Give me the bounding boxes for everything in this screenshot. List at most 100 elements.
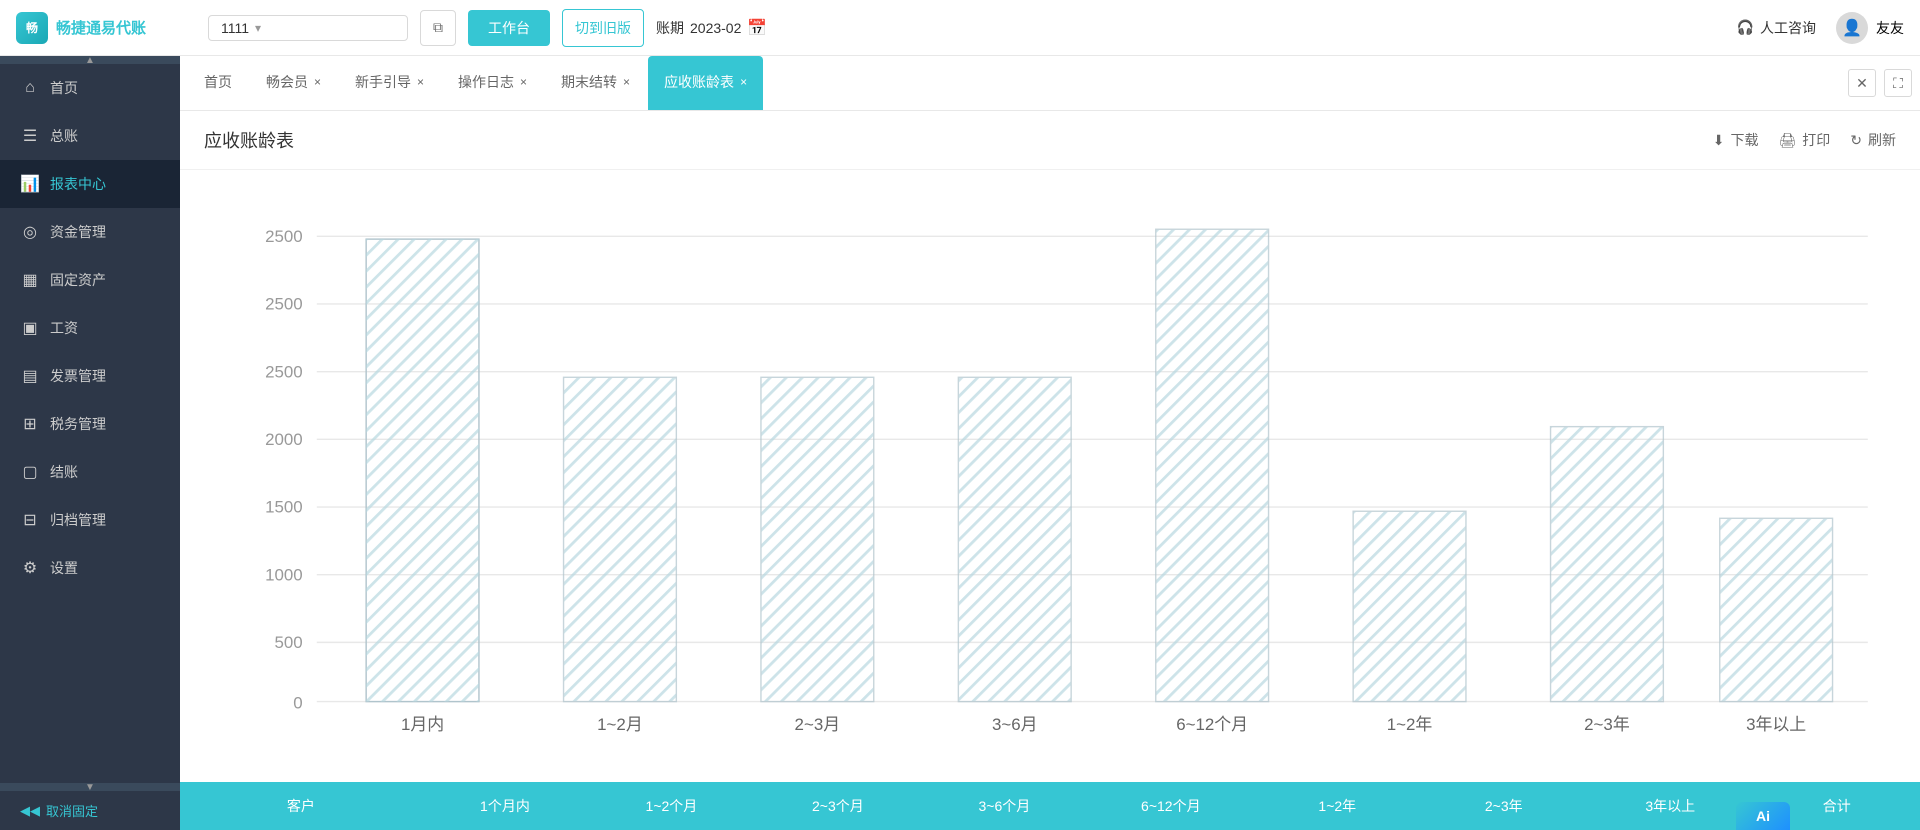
sidebar-label-tax: 税务管理 (50, 414, 106, 434)
sidebar-label-funds: 资金管理 (50, 222, 106, 242)
tab-member-label: 畅会员 (266, 72, 308, 92)
invoice-icon: ▤ (20, 366, 40, 386)
sidebar-label-archive: 归档管理 (50, 510, 106, 530)
user-icon: 👤 (1842, 18, 1862, 38)
svg-text:0: 0 (293, 694, 302, 713)
page-header: 应收账龄表 ⬇ 下载 🖨 打印 ↻ 刷新 (180, 111, 1920, 170)
sidebar-item-assets[interactable]: ▦ 固定资产 (0, 256, 180, 304)
svg-text:2500: 2500 (265, 295, 303, 314)
top-header: 畅 畅捷通易代账 1111 ▾ ⧉ 工作台 切到旧版 账期 2023-02 📅 … (0, 0, 1920, 56)
tab-oplog[interactable]: 操作日志 × (442, 56, 543, 110)
tab-bar: 首页 畅会员 × 新手引导 × 操作日志 × 期末结转 × 应收账龄表 × (180, 56, 1920, 111)
tab-aging[interactable]: 应收账龄表 × (648, 56, 763, 110)
copy-button[interactable]: ⧉ (420, 10, 456, 46)
download-button[interactable]: ⬇ 下载 (1713, 130, 1759, 150)
content-area: 首页 畅会员 × 新手引导 × 操作日志 × 期末结转 × 应收账龄表 × (180, 56, 1920, 830)
sidebar-item-ledger[interactable]: ☰ 总账 (0, 112, 180, 160)
table-col-1-2y: 1~2年 (1254, 796, 1420, 816)
table-col-customer: 客户 (180, 796, 422, 816)
svg-text:1月内: 1月内 (401, 715, 444, 734)
sidebar-label-settings: 设置 (50, 558, 78, 578)
user-area[interactable]: 👤 友友 (1836, 12, 1904, 44)
bar-chart: 2500 2500 2500 2000 1500 1000 500 0 1月内 (204, 186, 1896, 766)
tab-member-close[interactable]: × (314, 76, 321, 88)
page-actions: ⬇ 下载 🖨 打印 ↻ 刷新 (1713, 130, 1896, 150)
maximize-button[interactable]: ⛶ (1884, 69, 1912, 97)
tab-member[interactable]: 畅会员 × (250, 56, 337, 110)
sidebar-item-archive[interactable]: ⊟ 归档管理 (0, 496, 180, 544)
sidebar-label-ledger: 总账 (50, 126, 78, 146)
tab-period-end[interactable]: 期末结转 × (545, 56, 646, 110)
company-selector[interactable]: 1111 ▾ (208, 15, 408, 41)
funds-icon: ◎ (20, 222, 40, 242)
salary-icon: ▣ (20, 318, 40, 338)
tab-oplog-close[interactable]: × (520, 76, 527, 88)
sidebar-item-tax[interactable]: ⊞ 税务管理 (0, 400, 180, 448)
svg-text:1000: 1000 (265, 565, 303, 584)
ledger-icon: ☰ (20, 126, 40, 146)
workspace-button[interactable]: 工作台 (468, 10, 550, 46)
tab-aging-close[interactable]: × (740, 76, 747, 88)
checkout-icon: ▢ (20, 462, 40, 482)
sidebar-label-reports: 报表中心 (50, 174, 106, 194)
reports-icon: 📊 (20, 174, 40, 194)
page-content: 应收账龄表 ⬇ 下载 🖨 打印 ↻ 刷新 (180, 111, 1920, 830)
tab-guide[interactable]: 新手引导 × (339, 56, 440, 110)
headset-icon: 🎧 (1737, 19, 1754, 36)
sidebar-scroll-up[interactable]: ▲ (0, 56, 180, 64)
copy-icon: ⧉ (433, 19, 443, 36)
logo-area: 畅 畅捷通易代账 (16, 12, 196, 44)
svg-text:3年以上: 3年以上 (1746, 715, 1806, 734)
sidebar-item-reports[interactable]: 📊 报表中心 (0, 160, 180, 208)
print-label: 打印 (1802, 130, 1830, 150)
svg-text:1500: 1500 (265, 498, 303, 517)
svg-text:500: 500 (274, 633, 302, 652)
sidebar-item-salary[interactable]: ▣ 工资 (0, 304, 180, 352)
svg-text:1~2年: 1~2年 (1387, 715, 1433, 734)
sidebar-item-settings[interactable]: ⚙ 设置 (0, 544, 180, 592)
close-window-button[interactable]: ✕ (1848, 69, 1876, 97)
table-col-3-6m: 3~6个月 (921, 796, 1087, 816)
table-col-2-3m: 2~3个月 (755, 796, 921, 816)
period-area: 账期 2023-02 📅 (656, 18, 767, 38)
old-version-button[interactable]: 切到旧版 (562, 9, 644, 47)
table-col-1m: 1个月内 (422, 796, 588, 816)
sidebar-item-invoice[interactable]: ▤ 发票管理 (0, 352, 180, 400)
svg-text:2500: 2500 (265, 362, 303, 381)
consult-label: 人工咨询 (1760, 18, 1816, 38)
sidebar-item-checkout[interactable]: ▢ 结账 (0, 448, 180, 496)
cancel-fixed-button[interactable]: ◀◀ 取消固定 (0, 791, 180, 830)
tab-period-end-close[interactable]: × (623, 76, 630, 88)
sidebar-item-home[interactable]: ⌂ 首页 (0, 64, 180, 112)
sidebar-item-funds[interactable]: ◎ 资金管理 (0, 208, 180, 256)
svg-text:6~12个月: 6~12个月 (1176, 715, 1248, 734)
print-button[interactable]: 🖨 打印 (1778, 130, 1830, 150)
refresh-label: 刷新 (1868, 130, 1896, 150)
tab-period-end-label: 期末结转 (561, 72, 617, 92)
ai-badge[interactable]: Ai (1736, 802, 1790, 830)
calendar-icon[interactable]: 📅 (747, 18, 767, 38)
refresh-button[interactable]: ↻ 刷新 (1850, 130, 1896, 150)
pin-icon: ◀◀ (20, 803, 40, 819)
chevron-down-icon: ▾ (255, 21, 261, 35)
consult-button[interactable]: 🎧 人工咨询 (1737, 18, 1816, 38)
tab-aging-label: 应收账龄表 (664, 72, 734, 92)
main-layout: ▲ ⌂ 首页 ☰ 总账 📊 报表中心 ◎ 资金管理 ▦ 固定资产 ▣ 工资 ▤ … (0, 56, 1920, 830)
svg-text:2~3月: 2~3月 (795, 715, 841, 734)
sidebar-label-salary: 工资 (50, 318, 78, 338)
logo-text: 畅捷通易代账 (56, 17, 146, 38)
period-label: 账期 (656, 18, 684, 38)
logo-icon: 畅 (16, 12, 48, 44)
sidebar-scroll-down[interactable]: ▼ (0, 783, 180, 791)
tab-home[interactable]: 首页 (188, 56, 248, 110)
refresh-icon: ↻ (1850, 132, 1862, 149)
cancel-fixed-label: 取消固定 (46, 801, 98, 820)
tab-guide-close[interactable]: × (417, 76, 424, 88)
settings-icon: ⚙ (20, 558, 40, 578)
tab-bar-right: ✕ ⛶ (1848, 69, 1912, 97)
table-col-1-2m: 1~2个月 (588, 796, 754, 816)
table-col-3y-plus: 3年以上 (1587, 796, 1753, 816)
header-right: 🎧 人工咨询 👤 友友 (1737, 12, 1904, 44)
svg-text:1~2月: 1~2月 (597, 715, 643, 734)
close-icon: ✕ (1856, 75, 1868, 92)
